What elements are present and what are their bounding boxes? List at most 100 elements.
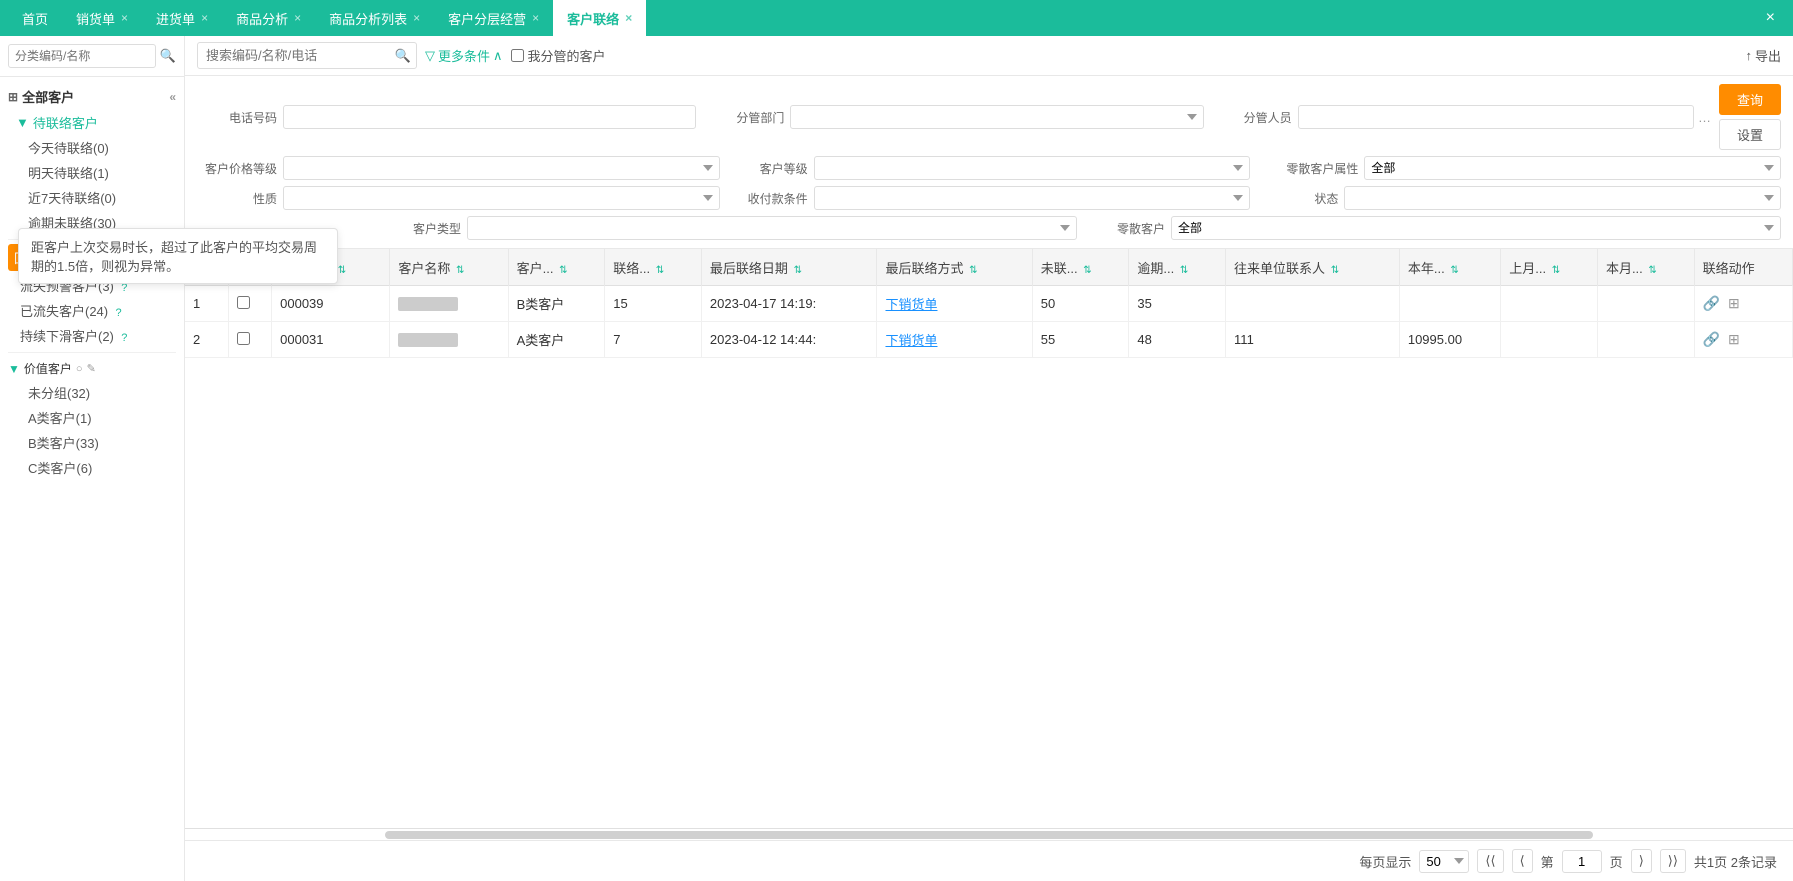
col-this-month[interactable]: 本月... ⇅ <box>1597 249 1694 286</box>
page-size-select[interactable]: 50 20 100 <box>1419 850 1469 873</box>
sort-type-icon[interactable]: ⇅ <box>559 265 567 276</box>
price-level-select[interactable] <box>283 156 720 180</box>
last-page-button[interactable]: ⟩⟩ <box>1660 849 1686 873</box>
nav-item-product-list[interactable]: 商品分析列表 × <box>315 0 434 36</box>
sidebar-collapse-btn[interactable]: « <box>169 90 176 104</box>
nav-item-customer-contact[interactable]: 客户联络 × <box>553 0 646 36</box>
top-nav: 首页 销货单 × 进货单 × 商品分析 × 商品分析列表 × 客户分层经营 × … <box>0 0 1793 36</box>
close-product-analysis-icon[interactable]: × <box>294 11 301 25</box>
sidebar-item-class-a[interactable]: A类客户(1) <box>8 405 176 430</box>
row2-name <box>390 322 508 358</box>
sort-year-icon[interactable]: ⇅ <box>1450 265 1458 276</box>
sidebar-item-tomorrow[interactable]: 明天待联络(1) <box>16 160 176 185</box>
retail-customer-select[interactable]: 全部 <box>1171 216 1781 240</box>
first-page-button[interactable]: ⟨⟨ <box>1477 849 1503 873</box>
col-last-month[interactable]: 上月... ⇅ <box>1501 249 1598 286</box>
nav-item-product-analysis[interactable]: 商品分析 × <box>222 0 315 36</box>
filter-search-icon[interactable]: 🔍 <box>395 48 411 64</box>
sidebar-item-class-c[interactable]: C类客户(6) <box>8 455 176 480</box>
sort-code-icon[interactable]: ⇅ <box>338 265 346 276</box>
col-last-date[interactable]: 最后联络日期 ⇅ <box>701 249 877 286</box>
nav-item-customer-segment[interactable]: 客户分层经营 × <box>434 0 553 36</box>
dept-select[interactable] <box>790 105 1203 129</box>
tooltip-box: 距客户上次交易时长，超过了此客户的平均交易周期的1.5倍，则视为异常。 <box>18 228 338 284</box>
nav-close-all-button[interactable]: × <box>1756 9 1785 27</box>
value-customer-expand[interactable]: ▼ <box>8 362 20 376</box>
person-input[interactable] <box>1298 105 1694 129</box>
scroll-thumb[interactable] <box>385 831 1593 839</box>
query-button[interactable]: 查询 <box>1719 84 1781 115</box>
col-name[interactable]: 客户名称 ⇅ <box>390 249 508 286</box>
settings-button[interactable]: 设置 <box>1719 119 1781 150</box>
value-customer-edit-icon[interactable]: ✎ <box>87 362 96 375</box>
row1-link-icon[interactable]: 🔗 <box>1703 295 1720 312</box>
col-uncontacted[interactable]: 未联... ⇅ <box>1032 249 1129 286</box>
close-product-list-icon[interactable]: × <box>413 11 420 25</box>
row2-last-method[interactable]: 下销货单 <box>877 322 1032 358</box>
col-year-amount[interactable]: 本年... ⇅ <box>1399 249 1500 286</box>
gender-select[interactable] <box>283 186 720 210</box>
pending-contact-title[interactable]: ▼ 待联络客户 <box>16 110 176 135</box>
row2-type: A类客户 <box>508 322 605 358</box>
sort-uncontacted-icon[interactable]: ⇅ <box>1083 265 1091 276</box>
row1-select-checkbox[interactable] <box>237 296 250 309</box>
close-customer-contact-icon[interactable]: × <box>625 11 632 25</box>
more-conditions-button[interactable]: ▽ 更多条件 ∧ <box>425 46 503 65</box>
status-select[interactable] <box>1344 186 1781 210</box>
sidebar-search-icon[interactable]: 🔍 <box>160 48 176 64</box>
retail-attr-wrap: 全部 <box>1364 156 1781 180</box>
horizontal-scroll-bar[interactable] <box>185 828 1793 840</box>
sort-last-method-icon[interactable]: ⇅ <box>969 265 977 276</box>
value-customer-circle-icon[interactable]: ○ <box>76 363 83 375</box>
row2-grid-icon[interactable]: ⊞ <box>1728 331 1740 348</box>
sort-overdue-icon[interactable]: ⇅ <box>1180 265 1188 276</box>
customer-level-select[interactable] <box>814 156 1251 180</box>
col-contact-count[interactable]: 联络... ⇅ <box>605 249 702 286</box>
my-customer-checkbox-label[interactable]: 我分管的客户 <box>511 46 606 65</box>
row1-last-method[interactable]: 下销货单 <box>877 286 1032 322</box>
close-customer-segment-icon[interactable]: × <box>532 11 539 25</box>
query-buttons: 查询 设置 <box>1719 84 1781 150</box>
sidebar-item-today[interactable]: 今天待联络(0) <box>16 135 176 160</box>
page-total-info: 共1页 2条记录 <box>1694 852 1777 871</box>
sort-name-icon[interactable]: ⇅ <box>456 265 464 276</box>
person-more-icon[interactable]: … <box>1698 110 1711 125</box>
sort-last-month-icon[interactable]: ⇅ <box>1552 265 1560 276</box>
sort-contact-count-icon[interactable]: ⇅ <box>656 265 664 276</box>
sidebar-item-class-b[interactable]: B类客户(33) <box>8 430 176 455</box>
page-number-input[interactable] <box>1562 850 1602 873</box>
close-purchase-icon[interactable]: × <box>201 11 208 25</box>
phone-input[interactable] <box>283 105 696 129</box>
row2-link-icon[interactable]: 🔗 <box>1703 331 1720 348</box>
person-label: 分管人员 <box>1212 109 1292 126</box>
all-customers-group[interactable]: ⊞ 全部客户 « <box>8 83 176 110</box>
row2-select-checkbox[interactable] <box>237 332 250 345</box>
nav-item-home[interactable]: 首页 <box>8 0 62 36</box>
sidebar-item-lost[interactable]: 已流失客户(24) ? <box>8 298 176 323</box>
retail-attr-select[interactable]: 全部 <box>1364 156 1781 180</box>
payment-select[interactable] <box>814 186 1251 210</box>
sort-contacts-icon[interactable]: ⇅ <box>1331 265 1339 276</box>
prev-page-button[interactable]: ⟨ <box>1512 849 1533 873</box>
sort-this-month-icon[interactable]: ⇅ <box>1648 265 1656 276</box>
sidebar-item-declining[interactable]: 持续下滑客户(2) ? <box>8 323 176 348</box>
sidebar-item-unclassified[interactable]: 未分组(32) <box>8 380 176 405</box>
close-sales-icon[interactable]: × <box>121 11 128 25</box>
table-header-row: ⚙ 客户编码 ⇅ 客户名称 ⇅ <box>185 249 1793 286</box>
customer-type-select[interactable] <box>467 216 1077 240</box>
export-button[interactable]: ↑ 导出 <box>1745 46 1781 65</box>
sidebar-item-7days[interactable]: 近7天待联络(0) <box>16 185 176 210</box>
col-type[interactable]: 客户... ⇅ <box>508 249 605 286</box>
next-page-button[interactable]: ⟩ <box>1631 849 1652 873</box>
nav-item-sales[interactable]: 销货单 × <box>62 0 142 36</box>
filter-search-input[interactable] <box>197 42 417 69</box>
row1-grid-icon[interactable]: ⊞ <box>1728 295 1740 312</box>
col-overdue[interactable]: 逾期... ⇅ <box>1129 249 1226 286</box>
sidebar-search-input[interactable] <box>8 44 156 68</box>
sort-last-date-icon[interactable]: ⇅ <box>794 265 802 276</box>
col-last-method[interactable]: 最后联络方式 ⇅ <box>877 249 1032 286</box>
my-customer-checkbox[interactable] <box>511 49 524 62</box>
col-contacts[interactable]: 往来单位联系人 ⇅ <box>1226 249 1400 286</box>
nav-item-purchase[interactable]: 进货单 × <box>142 0 222 36</box>
row2-uncontacted: 55 <box>1032 322 1129 358</box>
